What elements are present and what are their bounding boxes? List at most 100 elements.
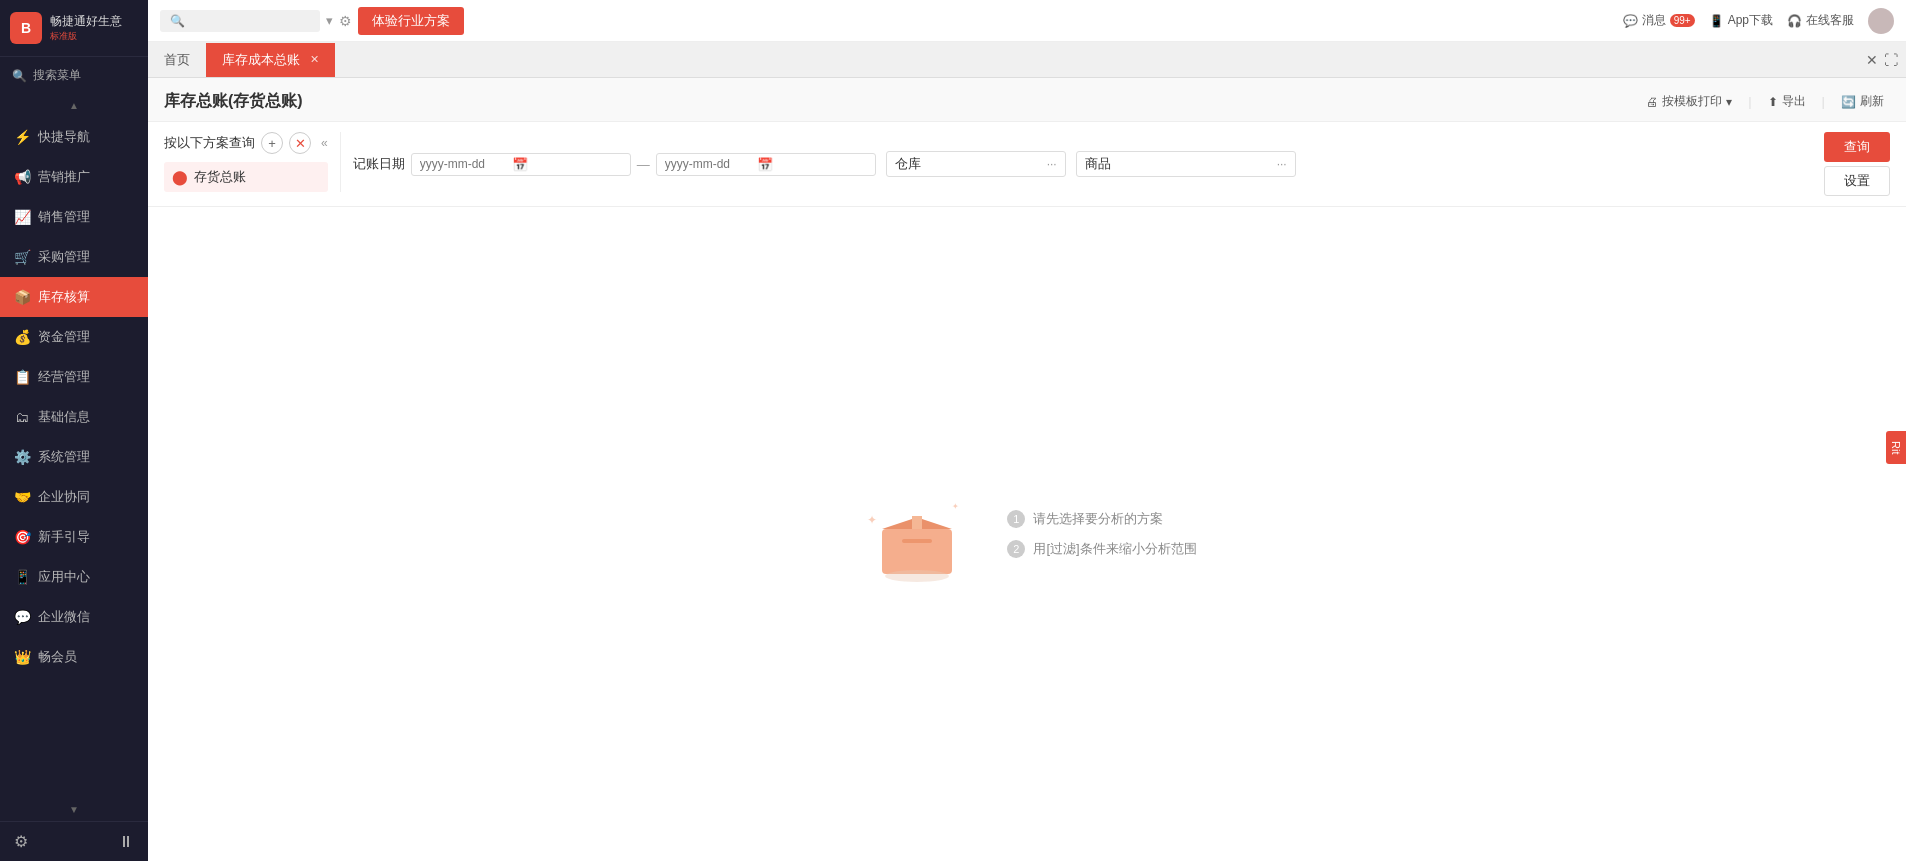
scheme-item-inventory[interactable]: ⬤ 存货总账 bbox=[164, 162, 328, 192]
topbar: 🔍 ▾ ⚙ 体验行业方案 💬 消息 99+ 📱 App下载 🎧 在线客服 bbox=[148, 0, 1906, 42]
topbar-dropdown-icon[interactable]: ▾ bbox=[326, 13, 333, 28]
refresh-btn[interactable]: 🔄 刷新 bbox=[1835, 90, 1890, 113]
calendar-start-icon[interactable]: 📅 bbox=[512, 157, 528, 172]
filter-clear-btn[interactable]: ✕ bbox=[289, 132, 311, 154]
product-filter-group[interactable]: 商品 ··· bbox=[1076, 151, 1296, 177]
empty-illustration: ✦ ✦ bbox=[857, 474, 977, 594]
divider2: | bbox=[1822, 94, 1825, 109]
message-item[interactable]: 💬 消息 99+ bbox=[1623, 12, 1695, 29]
tab-home-label: 首页 bbox=[164, 51, 190, 69]
search-menu-item[interactable]: 🔍 搜索菜单 bbox=[0, 57, 148, 94]
topbar-search-icon: 🔍 bbox=[170, 14, 185, 28]
export-btn[interactable]: ⬆ 导出 bbox=[1762, 90, 1812, 113]
close-panel-icon[interactable]: ✕ bbox=[1866, 52, 1878, 68]
date-separator: — bbox=[637, 157, 650, 172]
sidebar-item-label: 畅会员 bbox=[38, 648, 77, 666]
svg-marker-1 bbox=[882, 519, 912, 529]
sidebar-item-purchase[interactable]: 🛒 采购管理 bbox=[0, 237, 148, 277]
purchase-icon: 🛒 bbox=[14, 249, 30, 265]
svg-point-7 bbox=[885, 570, 949, 582]
sidebar-item-enterprise[interactable]: 🤝 企业协同 bbox=[0, 477, 148, 517]
expand-icon[interactable]: ⛶ bbox=[1884, 52, 1898, 68]
tab-inventory-label: 库存成本总账 bbox=[222, 51, 300, 69]
app-download-icon: 📱 bbox=[1709, 14, 1724, 28]
sidebar-item-label: 销售管理 bbox=[38, 208, 90, 226]
empty-illustration-svg: ✦ ✦ bbox=[857, 474, 977, 594]
query-btn[interactable]: 查询 bbox=[1824, 132, 1890, 162]
divider1: | bbox=[1748, 94, 1751, 109]
sidebar-item-system[interactable]: ⚙️ 系统管理 bbox=[0, 437, 148, 477]
message-badge: 99+ bbox=[1670, 14, 1695, 27]
filter-row1: 记账日期 📅 — 📅 仓库 bbox=[353, 132, 1890, 196]
tab-close-icon[interactable]: ✕ bbox=[310, 53, 319, 66]
warehouse-more-icon[interactable]: ··· bbox=[1047, 157, 1057, 171]
scroll-down-area: ▼ bbox=[0, 798, 148, 821]
wechat-icon: 💬 bbox=[14, 609, 30, 625]
right-panel-tab[interactable]: Rit bbox=[1886, 431, 1906, 464]
online-support-item[interactable]: 🎧 在线客服 bbox=[1787, 12, 1854, 29]
refresh-icon: 🔄 bbox=[1841, 95, 1856, 109]
sidebar-item-member[interactable]: 👑 畅会员 bbox=[0, 637, 148, 677]
message-icon: 💬 bbox=[1623, 14, 1638, 28]
sidebar-item-guide[interactable]: 🎯 新手引导 bbox=[0, 517, 148, 557]
tab-inventory-ledger[interactable]: 库存成本总账 ✕ bbox=[206, 43, 335, 77]
print-dropdown-icon: ▾ bbox=[1726, 95, 1732, 109]
app-center-icon: 📱 bbox=[14, 569, 30, 585]
settings-btn[interactable]: 设置 bbox=[1824, 166, 1890, 196]
scroll-down-btn[interactable]: ▼ bbox=[69, 802, 79, 817]
system-icon: ⚙️ bbox=[14, 449, 30, 465]
sidebar-item-label: 经营管理 bbox=[38, 368, 90, 386]
empty-state: ✦ ✦ 1 请先选择要分析的方案 2 用[过滤]条件来缩小分析范围 bbox=[148, 207, 1906, 861]
svg-rect-3 bbox=[912, 516, 922, 529]
sidebar-item-label: 应用中心 bbox=[38, 568, 90, 586]
svg-marker-2 bbox=[922, 519, 952, 529]
topbar-search-box[interactable]: 🔍 bbox=[160, 10, 320, 32]
sidebar-item-wechat[interactable]: 💬 企业微信 bbox=[0, 597, 148, 637]
sidebar-item-label: 营销推广 bbox=[38, 168, 90, 186]
print-template-btn[interactable]: 🖨 按模板打印 ▾ bbox=[1640, 90, 1738, 113]
basic-icon: 🗂 bbox=[14, 409, 30, 425]
sidebar-item-label: 库存核算 bbox=[38, 288, 90, 306]
sidebar-item-operation[interactable]: 📋 经营管理 bbox=[0, 357, 148, 397]
user-avatar[interactable] bbox=[1868, 8, 1894, 34]
date-start-input-group: 📅 bbox=[411, 153, 631, 176]
sidebar-item-app-center[interactable]: 📱 应用中心 bbox=[0, 557, 148, 597]
filter-label: 按以下方案查询 bbox=[164, 134, 255, 152]
warehouse-filter-group[interactable]: 仓库 ··· bbox=[886, 151, 1066, 177]
filter-add-btn[interactable]: + bbox=[261, 132, 283, 154]
marketing-icon: 📢 bbox=[14, 169, 30, 185]
operation-icon: 📋 bbox=[14, 369, 30, 385]
tip-num-2: 2 bbox=[1007, 540, 1025, 558]
tab-home[interactable]: 首页 bbox=[148, 43, 206, 77]
industry-btn[interactable]: 体验行业方案 bbox=[358, 7, 464, 35]
settings-icon[interactable]: ⚙ bbox=[14, 832, 28, 851]
audio-icon[interactable]: ⏸ bbox=[118, 833, 134, 851]
sidebar-item-basic[interactable]: 🗂 基础信息 bbox=[0, 397, 148, 437]
calendar-end-icon[interactable]: 📅 bbox=[757, 157, 773, 172]
sidebar-item-quick-nav[interactable]: ⚡ 快捷导航 bbox=[0, 117, 148, 157]
sidebar-item-sales[interactable]: 📈 销售管理 bbox=[0, 197, 148, 237]
date-field-label: 记账日期 bbox=[353, 155, 405, 173]
export-icon: ⬆ bbox=[1768, 95, 1778, 109]
sidebar-item-marketing[interactable]: 📢 营销推广 bbox=[0, 157, 148, 197]
tip-text-1: 请先选择要分析的方案 bbox=[1033, 510, 1163, 528]
product-more-icon[interactable]: ··· bbox=[1277, 157, 1287, 171]
logo-icon: B bbox=[10, 12, 42, 44]
scheme-panel: 按以下方案查询 + ✕ « ⬤ 存货总账 bbox=[164, 132, 341, 192]
date-end-input[interactable] bbox=[665, 157, 753, 171]
date-start-input[interactable] bbox=[420, 157, 508, 171]
sidebar-item-inventory[interactable]: 📦 库存核算 bbox=[0, 277, 148, 317]
message-label: 消息 bbox=[1642, 12, 1666, 29]
topbar-settings-icon[interactable]: ⚙ bbox=[339, 13, 352, 29]
guide-icon: 🎯 bbox=[14, 529, 30, 545]
filter-collapse-btn[interactable]: « bbox=[321, 136, 328, 150]
quick-nav-icon: ⚡ bbox=[14, 129, 30, 145]
filter-fields: 记账日期 📅 — 📅 仓库 bbox=[353, 132, 1890, 206]
app-download-item[interactable]: 📱 App下载 bbox=[1709, 12, 1773, 29]
sidebar: B 畅捷通好生意 标准版 🔍 搜索菜单 ▲ ⚡ 快捷导航 📢 营销推广 📈 销售… bbox=[0, 0, 148, 861]
scroll-up-btn[interactable]: ▲ bbox=[69, 98, 79, 113]
refresh-label: 刷新 bbox=[1860, 93, 1884, 110]
sidebar-item-finance[interactable]: 💰 资金管理 bbox=[0, 317, 148, 357]
sidebar-item-label: 企业协同 bbox=[38, 488, 90, 506]
filter-header: 按以下方案查询 + ✕ « bbox=[164, 132, 328, 154]
